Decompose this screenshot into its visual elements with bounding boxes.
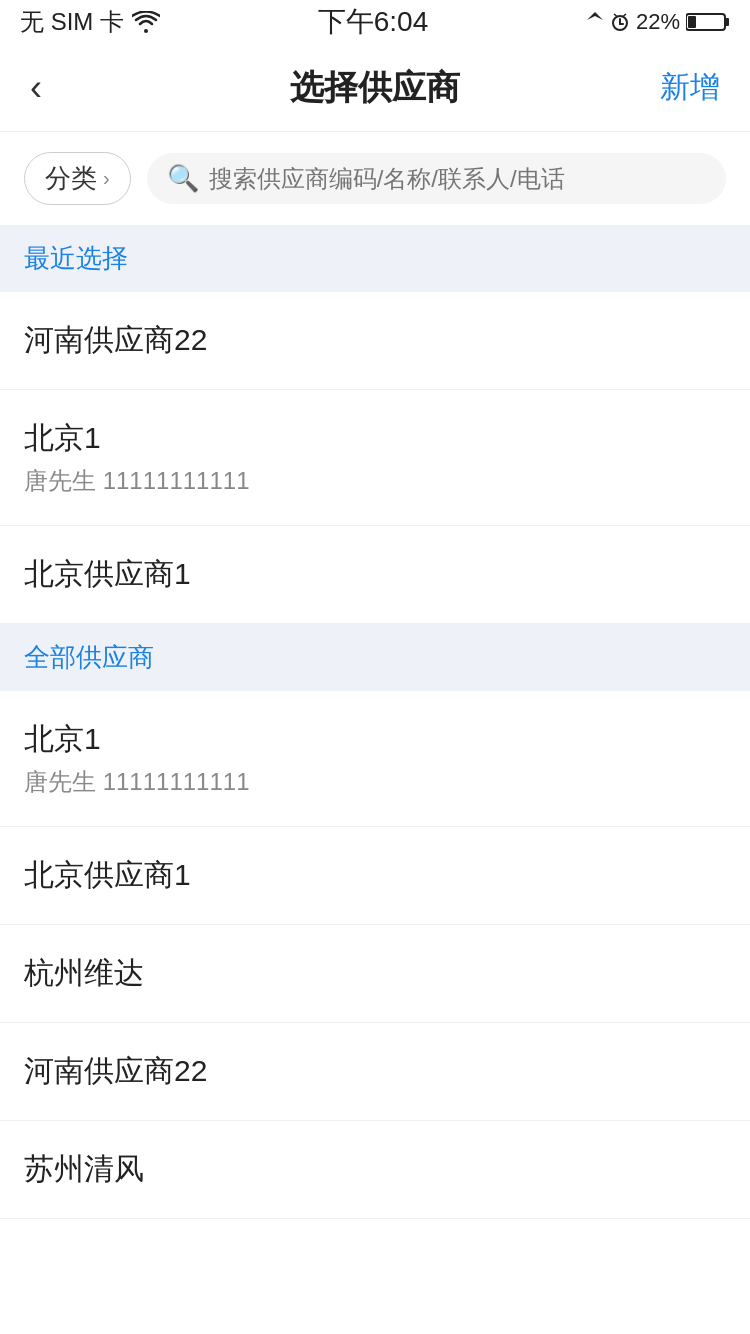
nav-bar: ‹ 选择供应商 新增 <box>0 44 750 132</box>
list-item[interactable]: 河南供应商22 <box>0 1023 750 1121</box>
list-item[interactable]: 河南供应商22 <box>0 292 750 390</box>
list-item[interactable]: 北京1 唐先生 11111111111 <box>0 691 750 827</box>
all-section-header: 全部供应商 <box>0 624 750 691</box>
svg-line-4 <box>623 14 626 17</box>
svg-line-3 <box>614 14 617 17</box>
recent-list: 河南供应商22 北京1 唐先生 11111111111 北京供应商1 <box>0 292 750 624</box>
search-icon: 🔍 <box>167 163 199 194</box>
item-name: 北京供应商1 <box>24 855 726 896</box>
battery-label: 22% <box>636 9 680 35</box>
status-left: 无 SIM 卡 <box>20 6 160 38</box>
item-name: 苏州清风 <box>24 1149 726 1190</box>
category-label: 分类 <box>45 161 97 196</box>
item-sub: 唐先生 11111111111 <box>24 465 726 497</box>
all-section-label: 全部供应商 <box>24 642 154 672</box>
item-sub: 唐先生 11111111111 <box>24 766 726 798</box>
item-name: 杭州维达 <box>24 953 726 994</box>
search-input[interactable] <box>209 165 706 193</box>
item-name: 北京1 <box>24 719 726 760</box>
location-icon <box>586 11 604 33</box>
chevron-right-icon: › <box>103 167 110 190</box>
alarm-icon <box>610 11 630 33</box>
recent-section-header: 最近选择 <box>0 225 750 292</box>
list-item[interactable]: 苏州清风 <box>0 1121 750 1219</box>
all-list: 北京1 唐先生 11111111111 北京供应商1 杭州维达河南供应商22 苏州清风 <box>0 691 750 1219</box>
item-name: 河南供应商22 <box>24 320 726 361</box>
list-item[interactable]: 北京供应商1 <box>0 526 750 624</box>
item-name: 河南供应商22 <box>24 1051 726 1092</box>
item-name: 北京1 <box>24 418 726 459</box>
recent-section-label: 最近选择 <box>24 243 128 273</box>
status-right: 22% <box>586 9 730 35</box>
svg-rect-6 <box>725 18 729 26</box>
status-time: 下午6:04 <box>318 3 429 41</box>
add-button[interactable]: 新增 <box>660 67 720 108</box>
list-item[interactable]: 北京1 唐先生 11111111111 <box>0 390 750 526</box>
search-box: 🔍 <box>147 153 726 204</box>
item-name: 北京供应商1 <box>24 554 726 595</box>
status-bar: 无 SIM 卡 下午6:04 22% <box>0 0 750 44</box>
list-item[interactable]: 北京供应商1 <box>0 827 750 925</box>
list-item[interactable]: 杭州维达 <box>0 925 750 1023</box>
no-sim-label: 无 SIM 卡 <box>20 6 124 38</box>
battery-icon <box>686 11 730 33</box>
back-button[interactable]: ‹ <box>30 67 90 109</box>
nav-title: 选择供应商 <box>90 65 660 111</box>
wifi-icon <box>132 11 160 33</box>
svg-rect-7 <box>688 16 696 28</box>
filter-bar: 分类 › 🔍 <box>0 132 750 225</box>
category-filter[interactable]: 分类 › <box>24 152 131 205</box>
